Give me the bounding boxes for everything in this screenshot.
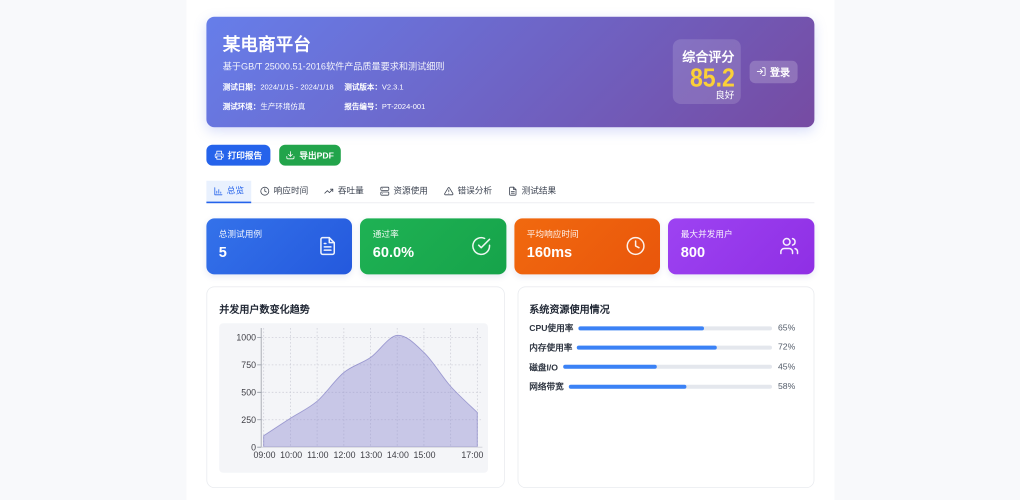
svg-text:12:00: 12:00 bbox=[333, 450, 355, 460]
svg-text:750: 750 bbox=[241, 360, 256, 370]
svg-text:09:00: 09:00 bbox=[253, 450, 275, 460]
svg-text:10:00: 10:00 bbox=[280, 450, 302, 460]
svg-text:500: 500 bbox=[241, 388, 256, 398]
svg-text:15:00: 15:00 bbox=[414, 450, 436, 460]
svg-text:14:00: 14:00 bbox=[387, 450, 409, 460]
svg-text:17:00: 17:00 bbox=[461, 450, 483, 460]
svg-text:1000: 1000 bbox=[236, 333, 256, 343]
svg-text:250: 250 bbox=[241, 415, 256, 425]
svg-text:11:00: 11:00 bbox=[307, 450, 328, 460]
svg-text:13:00: 13:00 bbox=[360, 450, 382, 460]
